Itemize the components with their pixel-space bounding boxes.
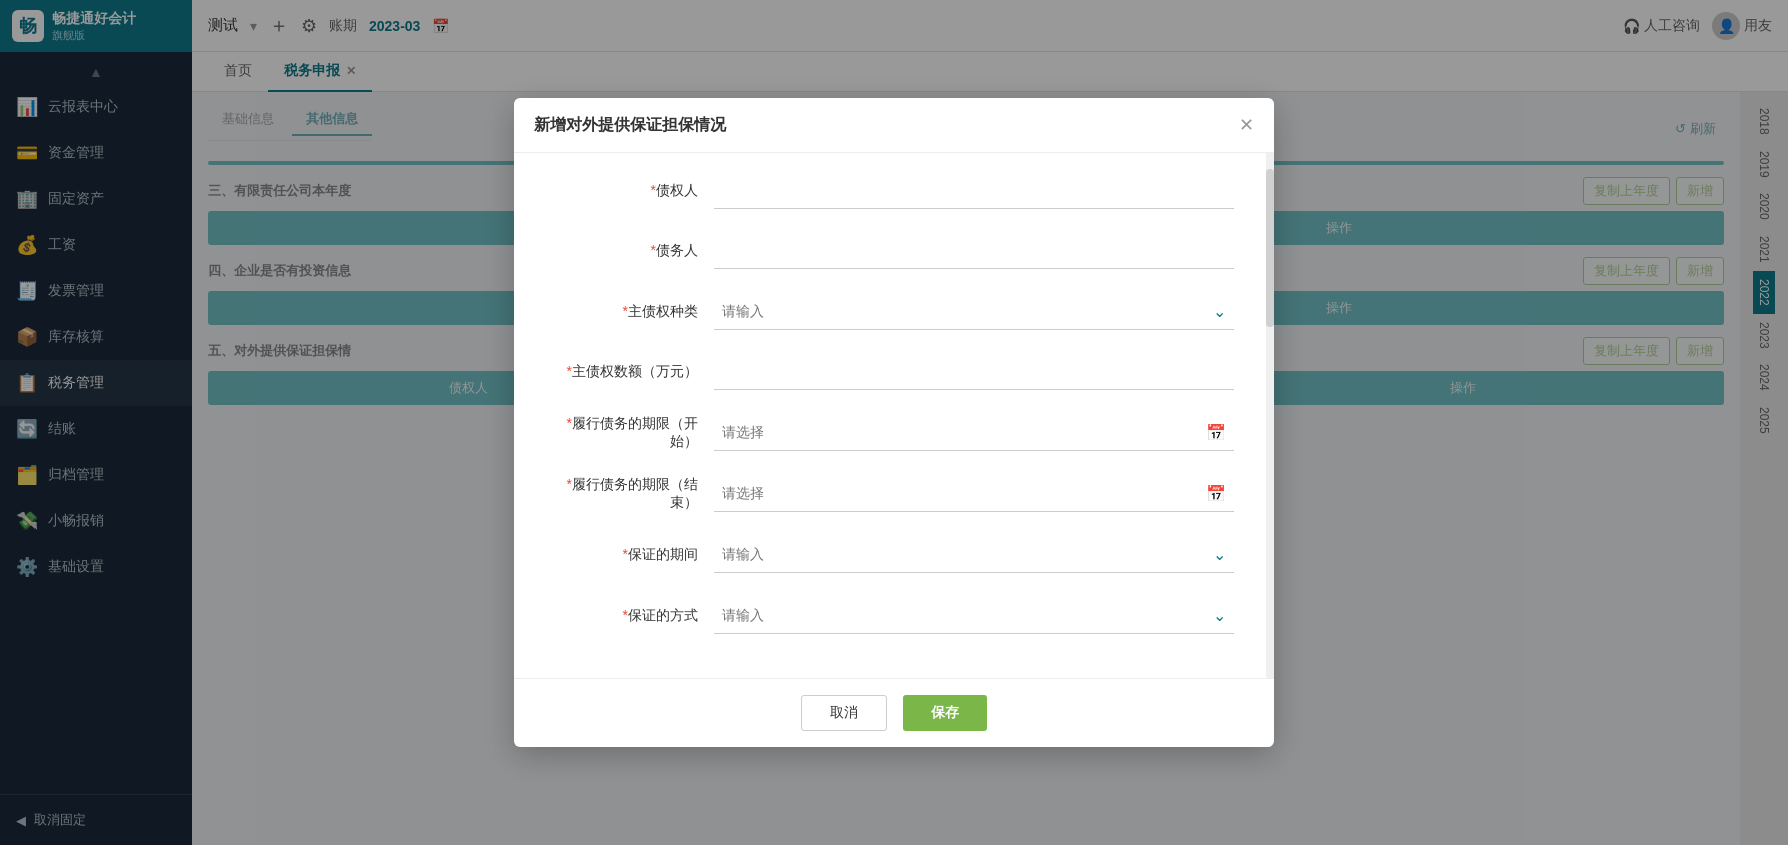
creditor-label: *债权人 bbox=[554, 182, 714, 200]
period-start-calendar-icon[interactable]: 📅 bbox=[1206, 423, 1226, 442]
claim-type-field-row: *主债权种类 ⌄ bbox=[554, 293, 1234, 330]
period-end-field-row: *履行债务的期限（结束） 📅 bbox=[554, 475, 1234, 512]
creditor-input[interactable] bbox=[714, 173, 1234, 209]
modal-dialog: 新增对外提供保证担保情况 ✕ *债权人 *债务人 bbox=[514, 98, 1274, 747]
period-start-input[interactable] bbox=[714, 414, 1234, 450]
debtor-input[interactable] bbox=[714, 233, 1234, 269]
guarantee-period-field-row: *保证的期间 ⌄ bbox=[554, 536, 1234, 573]
period-end-input[interactable] bbox=[714, 475, 1234, 511]
period-start-field-row: *履行债务的期限（开始） 📅 bbox=[554, 414, 1234, 451]
period-start-label: *履行债务的期限（开始） bbox=[554, 415, 714, 451]
modal-close-button[interactable]: ✕ bbox=[1239, 114, 1254, 136]
modal-title: 新增对外提供保证担保情况 bbox=[534, 115, 726, 136]
period-start-date-wrapper: 📅 bbox=[714, 414, 1234, 451]
period-end-label: *履行债务的期限（结束） bbox=[554, 476, 714, 512]
guarantee-method-select-wrapper: ⌄ bbox=[714, 597, 1234, 634]
debtor-field-row: *债务人 bbox=[554, 233, 1234, 269]
claim-type-input[interactable] bbox=[714, 293, 1234, 329]
guarantee-method-chevron-icon[interactable]: ⌄ bbox=[1213, 606, 1226, 625]
guarantee-method-field-row: *保证的方式 ⌄ bbox=[554, 597, 1234, 634]
guarantee-period-label: *保证的期间 bbox=[554, 546, 714, 564]
debtor-label: *债务人 bbox=[554, 242, 714, 260]
claim-amount-label: *主债权数额（万元） bbox=[554, 363, 714, 381]
modal-body: *债权人 *债务人 *主债权种类 ⌄ bbox=[514, 153, 1274, 678]
modal-header: 新增对外提供保证担保情况 ✕ bbox=[514, 98, 1274, 153]
claim-amount-input[interactable] bbox=[714, 354, 1234, 390]
creditor-field-row: *债权人 bbox=[554, 173, 1234, 209]
claim-type-select-wrapper: ⌄ bbox=[714, 293, 1234, 330]
modal-footer: 取消 保存 bbox=[514, 678, 1274, 747]
guarantee-period-select-wrapper: ⌄ bbox=[714, 536, 1234, 573]
modal-scrollbar[interactable] bbox=[1266, 153, 1274, 678]
modal-scrollbar-thumb bbox=[1266, 169, 1274, 327]
guarantee-method-input[interactable] bbox=[714, 597, 1234, 633]
period-end-calendar-icon[interactable]: 📅 bbox=[1206, 484, 1226, 503]
guarantee-period-chevron-icon[interactable]: ⌄ bbox=[1213, 545, 1226, 564]
claim-type-chevron-icon[interactable]: ⌄ bbox=[1213, 302, 1226, 321]
save-button[interactable]: 保存 bbox=[903, 695, 987, 731]
modal-overlay[interactable]: 新增对外提供保证担保情况 ✕ *债权人 *债务人 bbox=[0, 0, 1788, 845]
period-end-date-wrapper: 📅 bbox=[714, 475, 1234, 512]
cancel-button[interactable]: 取消 bbox=[801, 695, 887, 731]
guarantee-period-input[interactable] bbox=[714, 536, 1234, 572]
guarantee-method-label: *保证的方式 bbox=[554, 607, 714, 625]
claim-amount-field-row: *主债权数额（万元） bbox=[554, 354, 1234, 390]
claim-type-label: *主债权种类 bbox=[554, 303, 714, 321]
